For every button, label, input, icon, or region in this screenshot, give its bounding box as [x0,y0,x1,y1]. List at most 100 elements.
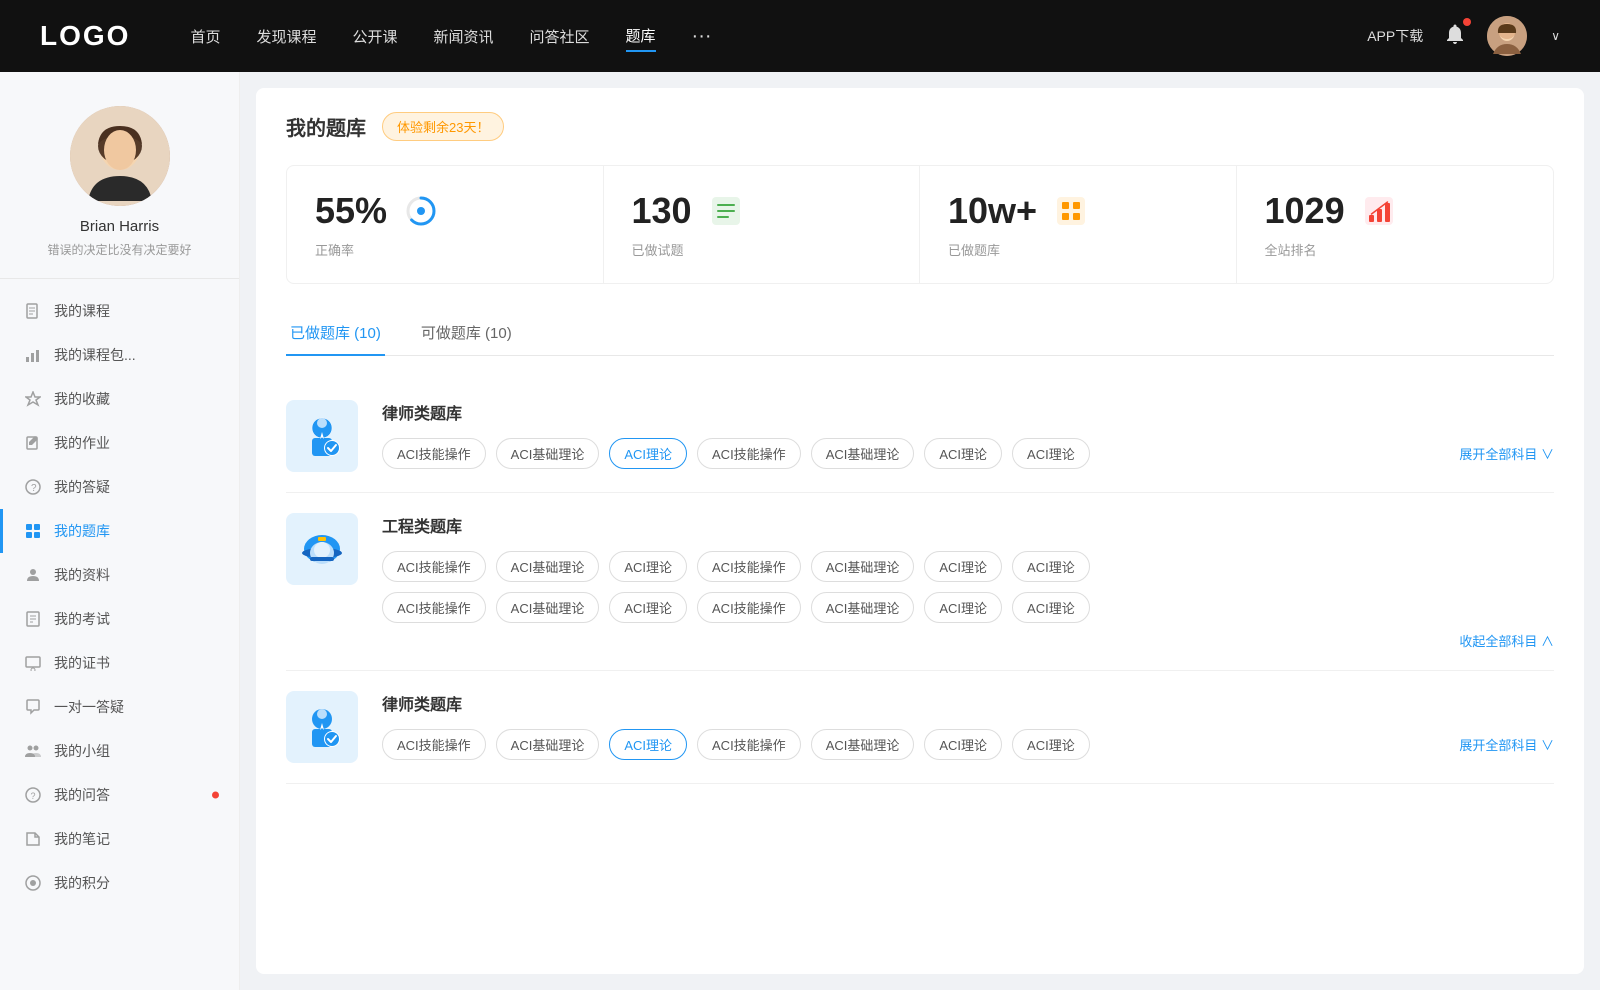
nav-home[interactable]: 首页 [190,22,220,51]
tag[interactable]: ACI理论 [1012,729,1090,760]
tab-available-banks[interactable]: 可做题库 (10) [417,312,516,355]
nav-qbank[interactable]: 题库 [626,21,656,52]
sidebar-item-favorites[interactable]: 我的收藏 [0,377,239,421]
tag[interactable]: ACI基础理论 [496,729,600,760]
notification-bell[interactable] [1443,22,1467,51]
sidebar-item-label: 我的题库 [54,521,110,541]
progress-circle-icon [403,193,439,229]
sidebar-item-profile[interactable]: 我的资料 [0,553,239,597]
main-layout: Brian Harris 错误的决定比没有决定要好 我的课程 我的课程包... [0,72,1600,990]
tag[interactable]: ACI理论 [609,729,687,760]
stat-value-accuracy: 55% [315,190,387,232]
tag[interactable]: ACI基础理论 [496,551,600,582]
profile-motto: 错误的决定比没有决定要好 [47,241,191,258]
nav-open-course[interactable]: 公开课 [352,22,397,51]
tag[interactable]: ACI技能操作 [697,438,801,469]
orange-grid-icon [1053,193,1089,229]
stat-top: 130 [632,190,892,232]
tag[interactable]: ACI基础理论 [811,438,915,469]
sidebar-item-my-qa[interactable]: ? 我的问答 [0,773,239,817]
nav-news[interactable]: 新闻资讯 [434,22,494,51]
tag[interactable]: ACI技能操作 [697,551,801,582]
qbank-title-2: 工程类题库 [382,513,1554,537]
tabs-row: 已做题库 (10) 可做题库 (10) [286,312,1554,356]
tag[interactable]: ACI技能操作 [382,592,486,623]
logo: LOGO [40,20,130,52]
stat-accuracy: 55% 正确率 [287,166,604,283]
tag[interactable]: ACI基础理论 [811,551,915,582]
tag[interactable]: ACI技能操作 [697,729,801,760]
stat-label-rank: 全站排名 [1265,240,1526,259]
tag[interactable]: ACI理论 [609,438,687,469]
sidebar-item-homework[interactable]: 我的作业 [0,421,239,465]
stat-label-done-b: 已做题库 [948,240,1208,259]
sidebar-item-course-packages[interactable]: 我的课程包... [0,333,239,377]
sidebar-item-certificate[interactable]: 我的证书 [0,641,239,685]
grid-icon [24,522,42,540]
user-menu-chevron[interactable]: ∨ [1551,29,1560,43]
question-icon: ? [24,478,42,496]
tag[interactable]: ACI理论 [609,592,687,623]
tag[interactable]: ACI基础理论 [811,592,915,623]
tag[interactable]: ACI理论 [924,551,1002,582]
app-download-link[interactable]: APP下载 [1367,26,1423,46]
tag[interactable]: ACI基础理论 [496,592,600,623]
tag[interactable]: ACI技能操作 [382,729,486,760]
tag[interactable]: ACI理论 [1012,592,1090,623]
tag[interactable]: ACI技能操作 [382,438,486,469]
tag[interactable]: ACI理论 [924,592,1002,623]
tag[interactable]: ACI技能操作 [382,551,486,582]
tag[interactable]: ACI基础理论 [496,438,600,469]
user-avatar[interactable] [1487,16,1527,56]
tag[interactable]: ACI理论 [924,438,1002,469]
tag[interactable]: ACI基础理论 [811,729,915,760]
sidebar-item-label: 我的作业 [54,433,110,453]
stat-label-done-q: 已做试题 [632,240,892,259]
expand-link-1[interactable]: 展开全部科目 ∨ [1459,444,1554,463]
notification-badge [1463,18,1471,26]
nav-more[interactable]: ··· [692,25,712,48]
qbank-icon-lawyer-1 [286,400,358,472]
qbank-card-2: 工程类题库 ACI技能操作 ACI基础理论 ACI理论 ACI技能操作 ACI基… [286,493,1554,671]
tag[interactable]: ACI理论 [609,551,687,582]
stat-top: 1029 [1265,190,1526,232]
page-title-row: 我的题库 体验剩余23天！ [286,112,1554,141]
trial-badge: 体验剩余23天！ [382,112,504,141]
nav-courses[interactable]: 发现课程 [256,22,316,51]
qbank-body-1: 律师类题库 ACI技能操作 ACI基础理论 ACI理论 ACI技能操作 ACI基… [382,400,1554,469]
sidebar-item-notes[interactable]: 我的笔记 [0,817,239,861]
sidebar-item-qbank[interactable]: 我的题库 [0,509,239,553]
svg-text:?: ? [31,483,37,494]
sidebar-item-label: 我的笔记 [54,829,110,849]
qbank-body-3: 律师类题库 ACI技能操作 ACI基础理论 ACI理论 ACI技能操作 ACI基… [382,691,1554,760]
sidebar-item-questions[interactable]: ? 我的答疑 [0,465,239,509]
nav-qa[interactable]: 问答社区 [530,22,590,51]
sidebar-item-groups[interactable]: 我的小组 [0,729,239,773]
sidebar-item-label: 我的答疑 [54,477,110,497]
collapse-link-2[interactable]: 收起全部科目 ∧ [382,631,1554,650]
tags-row-3: ACI技能操作 ACI基础理论 ACI理论 ACI技能操作 ACI基础理论 AC… [382,729,1554,760]
stat-top: 10w+ [948,190,1208,232]
sidebar-item-points[interactable]: 我的积分 [0,861,239,905]
sidebar-item-my-courses[interactable]: 我的课程 [0,289,239,333]
qa-icon: ? [24,786,42,804]
tag[interactable]: ACI理论 [1012,551,1090,582]
expand-link-3[interactable]: 展开全部科目 ∨ [1459,735,1554,754]
sidebar-item-label: 我的积分 [54,873,110,893]
stat-rank: 1029 全站排名 [1237,166,1554,283]
tag[interactable]: ACI理论 [924,729,1002,760]
sidebar-item-exams[interactable]: 我的考试 [0,597,239,641]
group-icon [24,742,42,760]
green-list-icon [708,193,744,229]
sidebar-item-tutoring[interactable]: 一对一答疑 [0,685,239,729]
sidebar: Brian Harris 错误的决定比没有决定要好 我的课程 我的课程包... [0,72,240,990]
tag[interactable]: ACI技能操作 [697,592,801,623]
red-chart-icon [1361,193,1397,229]
stat-done-questions: 130 已做试题 [604,166,921,283]
qbank-title-3: 律师类题库 [382,691,1554,715]
tab-done-banks[interactable]: 已做题库 (10) [286,312,385,355]
sidebar-item-label: 我的课程包... [54,345,136,365]
chat-icon [24,698,42,716]
svg-text:?: ? [31,791,36,801]
tag[interactable]: ACI理论 [1012,438,1090,469]
